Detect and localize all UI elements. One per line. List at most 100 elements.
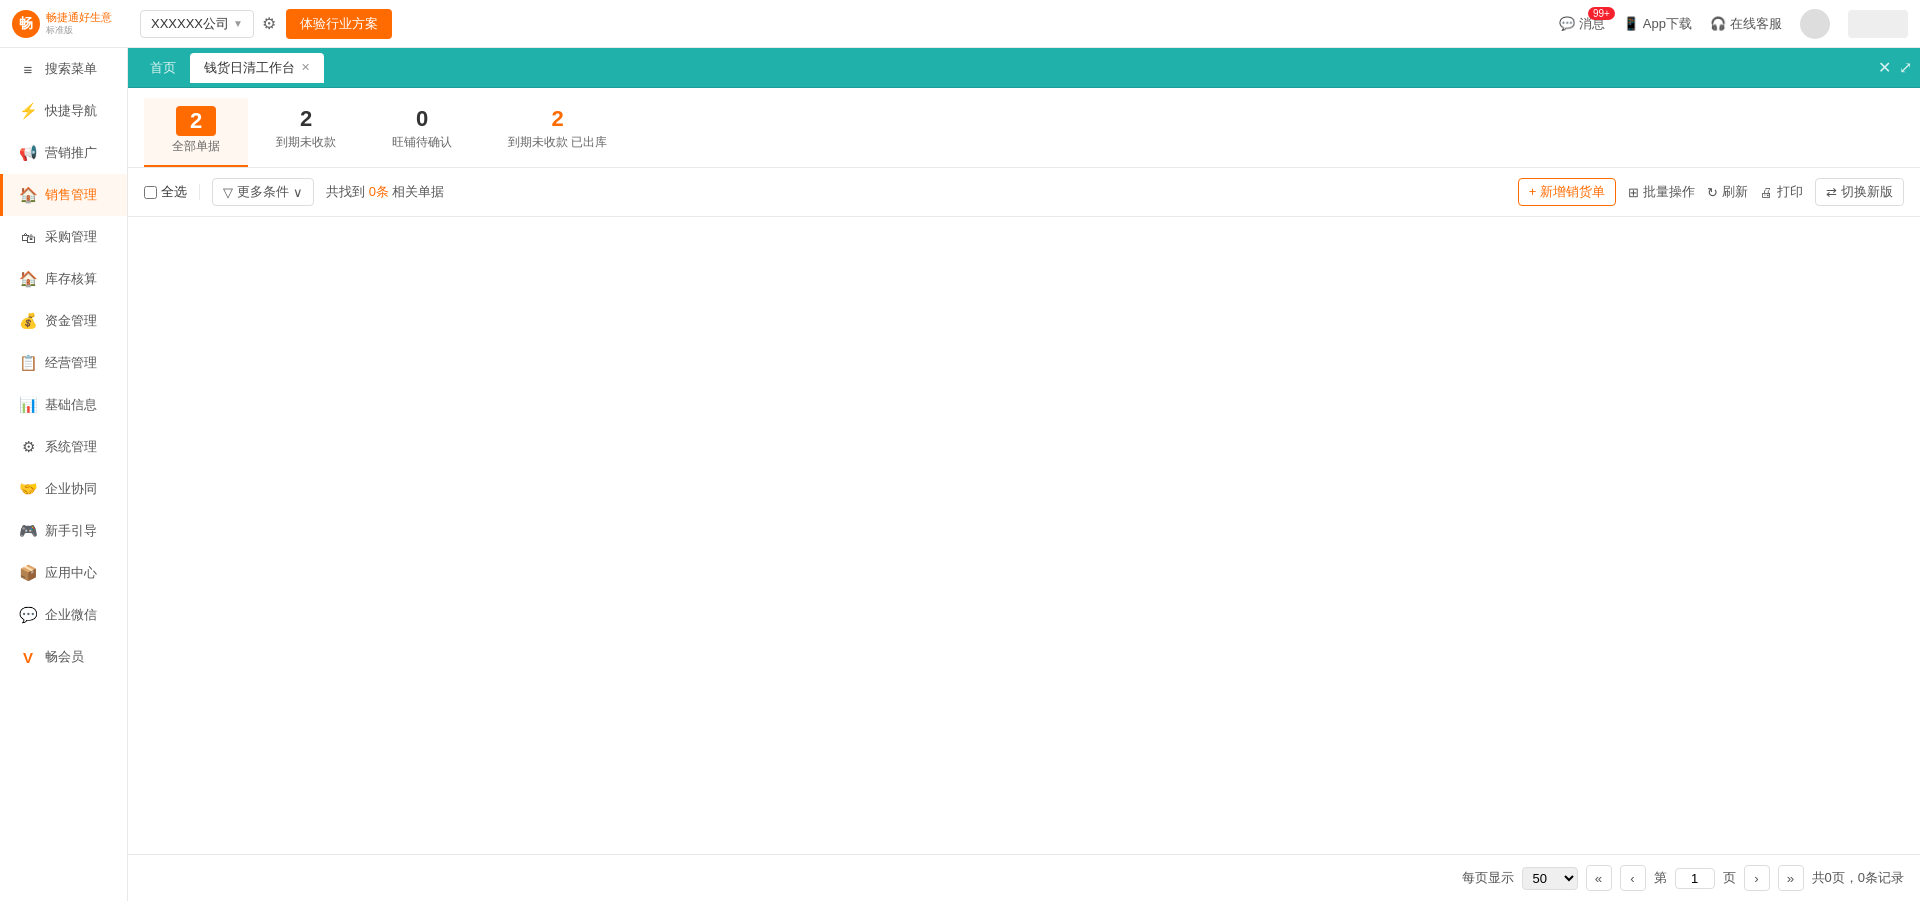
page-number-input[interactable] <box>1675 868 1715 889</box>
sidebar-item-app-center[interactable]: 📦 应用中心 <box>0 552 127 594</box>
sidebar-item-guide[interactable]: 🎮 新手引导 <box>0 510 127 552</box>
sidebar-item-marketing[interactable]: 📢 营销推广 <box>0 132 127 174</box>
trial-button[interactable]: 体验行业方案 <box>286 9 392 39</box>
stat-tab-shipped[interactable]: 2 到期未收款 已出库 <box>480 98 635 167</box>
select-all-label: 全选 <box>161 183 187 201</box>
sidebar-label-vip: 畅会员 <box>45 648 84 666</box>
avatar[interactable] <box>1800 9 1830 39</box>
tab-home[interactable]: 首页 <box>136 53 190 83</box>
inventory-icon: 🏠 <box>19 270 37 288</box>
app-icon: 📱 <box>1623 16 1639 31</box>
batch-operation-button[interactable]: ⊞ 批量操作 <box>1628 183 1695 201</box>
sidebar-label-cooperation: 企业协同 <box>45 480 97 498</box>
select-all-input[interactable] <box>144 186 157 199</box>
logo-icon: 畅 <box>12 10 40 38</box>
sidebar: ≡ 搜索菜单 ⚡ 快捷导航 📢 营销推广 🏠 销售管理 🛍 采购管理 🏠 库存核… <box>0 48 128 901</box>
base-info-icon: 📊 <box>19 396 37 414</box>
sidebar-item-search-menu[interactable]: ≡ 搜索菜单 <box>0 48 127 90</box>
user-name-placeholder <box>1848 10 1908 38</box>
tab-bar-actions: ✕ ⤢ <box>1878 58 1912 77</box>
stat-tab-pending[interactable]: 0 旺铺待确认 <box>364 98 480 167</box>
sidebar-item-system[interactable]: ⚙ 系统管理 <box>0 426 127 468</box>
sidebar-item-finance[interactable]: 💰 资金管理 <box>0 300 127 342</box>
page-suffix: 页 <box>1723 869 1736 887</box>
sidebar-item-cooperation[interactable]: 🤝 企业协同 <box>0 468 127 510</box>
select-all-checkbox[interactable]: 全选 <box>144 183 187 201</box>
stat-label-shipped: 到期未收款 已出库 <box>508 134 607 151</box>
filter-button[interactable]: ▽ 更多条件 ∨ <box>212 178 314 206</box>
top-right-area: 💬 消息 99+ 📱 App下载 🎧 在线客服 <box>1559 9 1908 39</box>
sidebar-label-purchase: 采购管理 <box>45 228 97 246</box>
sidebar-label-finance: 资金管理 <box>45 312 97 330</box>
sidebar-label-operations: 经营管理 <box>45 354 97 372</box>
next-page-button[interactable]: › <box>1744 865 1770 891</box>
print-button[interactable]: 🖨 打印 <box>1760 183 1803 201</box>
sidebar-item-base-info[interactable]: 📊 基础信息 <box>0 384 127 426</box>
sidebar-label-base-info: 基础信息 <box>45 396 97 414</box>
company-name: XXXXXX公司 <box>151 15 229 33</box>
wechat-icon: 💬 <box>19 606 37 624</box>
settings-icon[interactable]: ⚙ <box>262 14 276 33</box>
refresh-label: 刷新 <box>1722 183 1748 201</box>
page-label: 第 <box>1654 869 1667 887</box>
company-selector[interactable]: XXXXXX公司 ▼ <box>140 10 254 38</box>
stat-tab-all[interactable]: 2 全部单据 <box>144 98 248 167</box>
sidebar-item-purchase[interactable]: 🛍 采购管理 <box>0 216 127 258</box>
prev-page-button[interactable]: ‹ <box>1620 865 1646 891</box>
stat-tab-overdue[interactable]: 2 到期未收款 <box>248 98 364 167</box>
tab-close-all-icon[interactable]: ✕ <box>1878 58 1891 77</box>
sales-icon: 🏠 <box>19 186 37 204</box>
marketing-icon: 📢 <box>19 144 37 162</box>
switch-version-button[interactable]: ⇄ 切换新版 <box>1815 178 1904 206</box>
sidebar-item-quick-nav[interactable]: ⚡ 快捷导航 <box>0 90 127 132</box>
last-page-button[interactable]: » <box>1778 865 1804 891</box>
print-label: 打印 <box>1777 183 1803 201</box>
sidebar-item-sales[interactable]: 🏠 销售管理 <box>0 174 127 216</box>
sidebar-item-vip[interactable]: V 畅会员 <box>0 636 127 678</box>
total-records-label: 共0页，0条记录 <box>1812 869 1904 887</box>
switch-label: 切换新版 <box>1841 183 1893 201</box>
toolbar-right: + 新增销货单 ⊞ 批量操作 ↻ 刷新 🖨 打印 ⇄ 切换新版 <box>1518 178 1904 206</box>
batch-icon: ⊞ <box>1628 185 1639 200</box>
refresh-button[interactable]: ↻ 刷新 <box>1707 183 1748 201</box>
switch-icon: ⇄ <box>1826 185 1837 200</box>
app-download-button[interactable]: 📱 App下载 <box>1623 15 1692 33</box>
stat-count-shipped: 2 <box>552 106 564 132</box>
search-menu-icon: ≡ <box>19 61 37 78</box>
page-size-select[interactable]: 50 10 20 100 <box>1522 867 1578 890</box>
batch-label: 批量操作 <box>1643 183 1695 201</box>
sidebar-label-inventory: 库存核算 <box>45 270 97 288</box>
finance-icon: 💰 <box>19 312 37 330</box>
message-icon: 💬 <box>1559 16 1575 31</box>
sidebar-label-wechat: 企业微信 <box>45 606 97 624</box>
tab-home-label: 首页 <box>150 59 176 77</box>
online-service-button[interactable]: 🎧 在线客服 <box>1710 15 1782 33</box>
sidebar-label-sales: 销售管理 <box>45 186 97 204</box>
tab-expand-icon[interactable]: ⤢ <box>1899 58 1912 77</box>
sidebar-item-operations[interactable]: 📋 经营管理 <box>0 342 127 384</box>
tab-close-icon[interactable]: ✕ <box>301 61 310 74</box>
found-text: 共找到 0条 相关单据 <box>326 183 444 201</box>
add-sales-button[interactable]: + 新增销货单 <box>1518 178 1616 206</box>
empty-content-area <box>128 217 1920 854</box>
filter-chevron-icon: ∨ <box>293 185 303 200</box>
stat-count-pending: 0 <box>416 106 428 132</box>
message-button[interactable]: 💬 消息 99+ <box>1559 15 1605 33</box>
operations-icon: 📋 <box>19 354 37 372</box>
logo-text: 畅捷通好生意 标准版 <box>46 10 112 37</box>
stat-label-all: 全部单据 <box>172 138 220 155</box>
service-label: 在线客服 <box>1730 15 1782 33</box>
sidebar-label-guide: 新手引导 <box>45 522 97 540</box>
toolbar-divider <box>199 184 200 200</box>
toolbar: 全选 ▽ 更多条件 ∨ 共找到 0条 相关单据 + 新增销货单 ⊞ 批量操作 ↻… <box>128 168 1920 217</box>
tab-workbench[interactable]: 钱货日清工作台 ✕ <box>190 53 324 83</box>
sidebar-item-inventory[interactable]: 🏠 库存核算 <box>0 258 127 300</box>
sidebar-item-wechat[interactable]: 💬 企业微信 <box>0 594 127 636</box>
sidebar-label-quick-nav: 快捷导航 <box>45 102 97 120</box>
first-page-button[interactable]: « <box>1586 865 1612 891</box>
tab-bar: 首页 钱货日清工作台 ✕ ✕ ⤢ <box>128 48 1920 88</box>
app-label: App下载 <box>1643 15 1692 33</box>
stat-count-all: 2 <box>176 106 216 136</box>
filter-icon: ▽ <box>223 185 233 200</box>
quick-nav-icon: ⚡ <box>19 102 37 120</box>
